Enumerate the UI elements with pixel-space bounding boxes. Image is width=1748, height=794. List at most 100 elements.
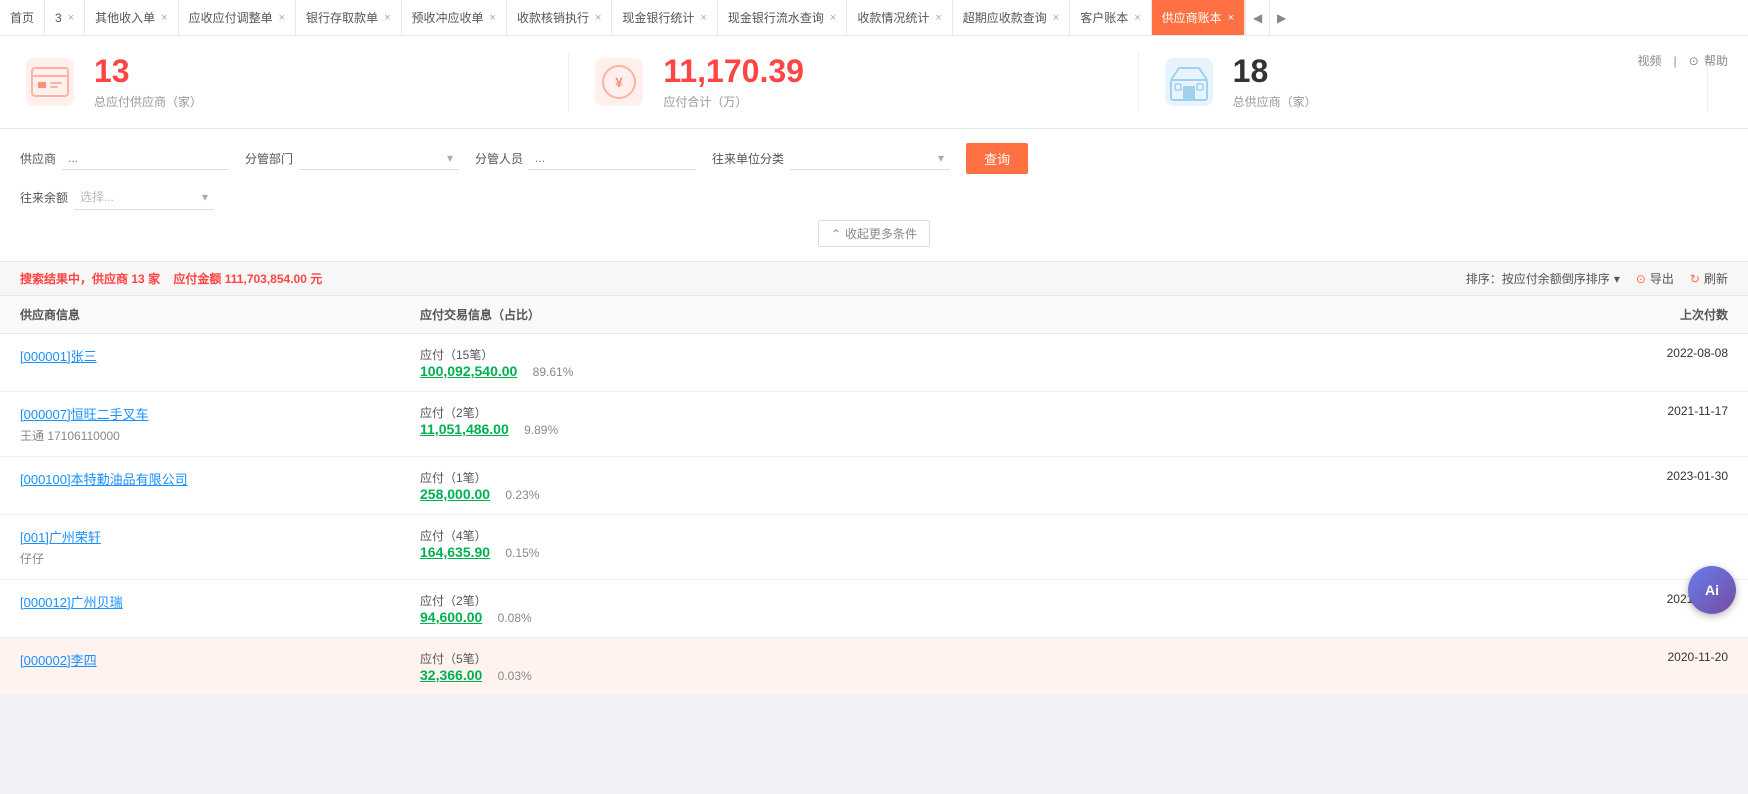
- payable-total-label: 应付合计（万）: [663, 93, 804, 110]
- help-link[interactable]: ⊙ 帮助: [1689, 52, 1728, 69]
- nav-tab-income-close[interactable]: ×: [161, 12, 167, 24]
- supplier-info-1: [000001]张三: [20, 346, 420, 365]
- filter-dept: 分管部门 ▾: [245, 147, 459, 170]
- nav-tab-bank[interactable]: 银行存取款单 ×: [296, 0, 401, 36]
- person-filter-input[interactable]: [529, 147, 696, 170]
- supplier-filter-input[interactable]: [62, 147, 229, 170]
- filter-area: 供应商 分管部门 ▾ 分管人员 往来单位分类 ▾ 查询 往来余额 选择: [0, 129, 1748, 262]
- transaction-info-1: 应付（15笔） 100,092,540.00 89.61%: [420, 346, 1528, 379]
- video-link[interactable]: 视频: [1637, 52, 1661, 69]
- nav-tab-cashstat[interactable]: 现金银行统计 ×: [612, 0, 717, 36]
- supplier-name-1[interactable]: [000001]张三: [20, 346, 420, 365]
- nav-tab-cashstat-close[interactable]: ×: [700, 12, 706, 24]
- nav-tab-overdue-close[interactable]: ×: [1053, 12, 1059, 24]
- ai-fab-label: Ai: [1705, 582, 1719, 598]
- ai-fab-button[interactable]: Ai: [1688, 566, 1736, 614]
- nav-next-button[interactable]: ▶: [1269, 0, 1293, 36]
- nav-tab-adjust[interactable]: 应收应付调整单 ×: [179, 0, 296, 36]
- dept-filter-select[interactable]: ▾: [299, 147, 459, 170]
- tx-amount-6[interactable]: 32,366.00: [420, 667, 482, 683]
- supplier-name-6[interactable]: [000002]李四: [20, 650, 420, 669]
- tx-percent-2: 9.89%: [524, 423, 558, 437]
- nav-tab-income[interactable]: 其他收入单 ×: [85, 0, 178, 36]
- table-row: [000012]广州贝瑞 应付（2笔） 94,600.00 0.08% 2021…: [0, 580, 1748, 638]
- supplier-name-5[interactable]: [000012]广州贝瑞: [20, 592, 420, 611]
- filter-row-1: 供应商 分管部门 ▾ 分管人员 往来单位分类 ▾ 查询: [20, 143, 1728, 174]
- nav-prev-button[interactable]: ◀: [1245, 0, 1269, 36]
- supplier-name-2[interactable]: [000007]恒旺二手叉车: [20, 404, 420, 423]
- supplier-contact-2: 王通 17106110000: [20, 427, 420, 444]
- payable-total-number: 11,170.39: [663, 54, 804, 89]
- supplier-info-2: [000007]恒旺二手叉车 王通 17106110000: [20, 404, 420, 444]
- card-info-payable: 13 总应付供应商（家）: [94, 54, 202, 110]
- top-navigation: 首页 3 × 其他收入单 × 应收应付调整单 × 银行存取款单 × 预收冲应收单…: [0, 0, 1748, 36]
- last-payment-2: 2021-11-17: [1528, 404, 1728, 418]
- nav-tab-prepay[interactable]: 预收冲应收单 ×: [402, 0, 507, 36]
- supplier-name-4[interactable]: [001]广州荣轩: [20, 527, 420, 546]
- query-button[interactable]: 查询: [966, 143, 1028, 174]
- tx-amount-5[interactable]: 94,600.00: [420, 609, 482, 625]
- export-button[interactable]: ⊙ 导出: [1636, 270, 1674, 287]
- tx-amount-3[interactable]: 258,000.00: [420, 486, 490, 502]
- nav-tab-supplier[interactable]: 供应商账本 ×: [1152, 0, 1245, 36]
- header-card-total-suppliers: 18 总供应商（家）: [1159, 52, 1708, 112]
- refresh-label: 刷新: [1704, 270, 1728, 287]
- transaction-info-3: 应付（1笔） 258,000.00 0.23%: [420, 469, 1528, 502]
- nav-tab-bank-label: 银行存取款单: [306, 9, 378, 26]
- nav-tab-overdue[interactable]: 超期应收款查询 ×: [953, 0, 1070, 36]
- sort-button[interactable]: 排序：按应付余额倒序排序 ▾: [1466, 270, 1620, 287]
- nav-tab-cashflow-close[interactable]: ×: [830, 12, 836, 24]
- supplier-name-3[interactable]: [000100]本特勤油品有限公司: [20, 469, 420, 488]
- balance-filter-select[interactable]: 选择... ▾: [74, 184, 214, 210]
- header-card-payable-total: ¥ 11,170.39 应付合计（万）: [589, 52, 1138, 112]
- header-help: 视频 | ⊙ 帮助: [1637, 52, 1728, 69]
- results-amount-suffix: 元: [310, 272, 322, 286]
- tx-label-4: 应付（4笔）: [420, 529, 487, 543]
- supplier-contact-4: 仔仔: [20, 550, 420, 567]
- col-header-supplier: 供应商信息: [20, 306, 420, 323]
- category-filter-select[interactable]: ▾: [790, 147, 950, 170]
- refresh-icon: ↻: [1690, 272, 1700, 286]
- refresh-button[interactable]: ↻ 刷新: [1690, 270, 1728, 287]
- nav-tab-customer[interactable]: 客户账本 ×: [1070, 0, 1151, 36]
- data-table: 供应商信息 应付交易信息（占比） 上次付数 [000001]张三 应付（15笔）…: [0, 296, 1748, 696]
- card-info-total-suppliers: 18 总供应商（家）: [1233, 54, 1317, 110]
- filter-supplier: 供应商: [20, 147, 229, 170]
- tx-label-5: 应付（2笔）: [420, 594, 487, 608]
- tx-amount-1[interactable]: 100,092,540.00: [420, 363, 517, 379]
- dept-filter-label: 分管部门: [245, 150, 293, 167]
- nav-tab-3[interactable]: 3 ×: [45, 0, 85, 36]
- transaction-info-2: 应付（2笔） 11,051,486.00 9.89%: [420, 404, 1528, 437]
- filter-person: 分管人员: [475, 147, 696, 170]
- nav-tab-collection-close[interactable]: ×: [595, 12, 601, 24]
- nav-tab-customer-close[interactable]: ×: [1134, 12, 1140, 24]
- nav-tab-prepay-close[interactable]: ×: [490, 12, 496, 24]
- results-bar: 搜索结果中，供应商 13 家 应付金额 111,703,854.00 元 排序：…: [0, 262, 1748, 296]
- results-count-unit: 家: [148, 272, 160, 286]
- transaction-detail-2: 应付（2笔） 11,051,486.00 9.89%: [420, 404, 1528, 437]
- collapse-button[interactable]: ⌃ 收起更多条件: [818, 220, 930, 247]
- nav-tab-paystat-close[interactable]: ×: [935, 12, 941, 24]
- payable-suppliers-number: 13: [94, 54, 202, 89]
- tx-percent-5: 0.08%: [498, 611, 532, 625]
- nav-tab-collection[interactable]: 收款核销执行 ×: [507, 0, 612, 36]
- transaction-info-5: 应付（2笔） 94,600.00 0.08%: [420, 592, 1528, 625]
- nav-tab-collection-label: 收款核销执行: [517, 9, 589, 26]
- transaction-detail-4: 应付（4笔） 164,635.90 0.15%: [420, 527, 1528, 560]
- transaction-info-6: 应付（5笔） 32,366.00 0.03%: [420, 650, 1528, 683]
- nav-tab-bank-close[interactable]: ×: [384, 12, 390, 24]
- tx-amount-2[interactable]: 11,051,486.00: [420, 421, 509, 437]
- nav-tab-cashflow[interactable]: 现金银行流水查询 ×: [718, 0, 847, 36]
- category-select-arrow: ▾: [938, 151, 944, 165]
- nav-tab-supplier-close[interactable]: ×: [1228, 12, 1234, 24]
- nav-tab-paystat[interactable]: 收款情况统计 ×: [847, 0, 952, 36]
- last-payment-6: 2020-11-20: [1528, 650, 1728, 664]
- col-header-last-payment: 上次付数: [1528, 306, 1728, 323]
- nav-tab-home[interactable]: 首页: [0, 0, 45, 36]
- nav-tab-3-label: 3: [55, 11, 62, 25]
- nav-tab-adjust-close[interactable]: ×: [279, 12, 285, 24]
- card-icon-payable: [20, 52, 80, 112]
- nav-tab-3-close[interactable]: ×: [68, 12, 74, 24]
- tx-amount-4[interactable]: 164,635.90: [420, 544, 490, 560]
- results-info: 搜索结果中，供应商 13 家 应付金额 111,703,854.00 元: [20, 270, 322, 287]
